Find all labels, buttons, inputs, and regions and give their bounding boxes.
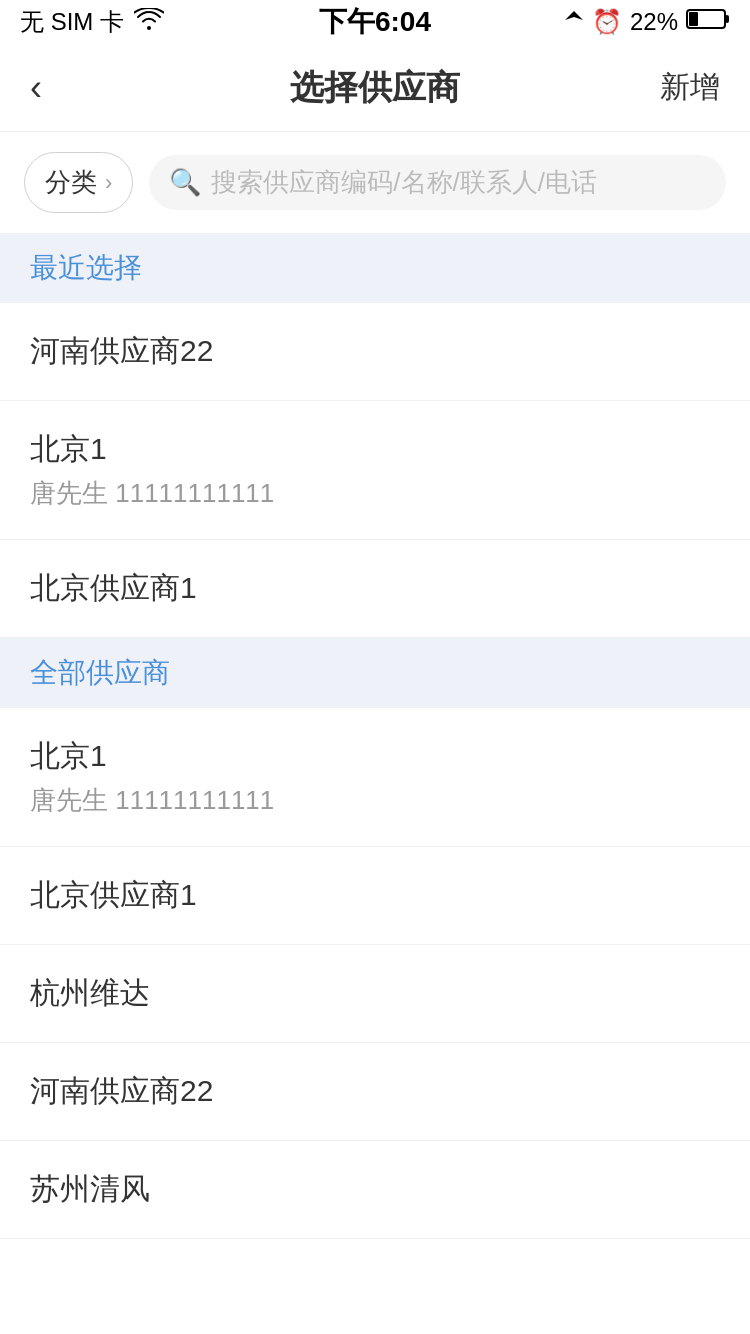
battery-icon xyxy=(686,8,730,36)
back-button[interactable]: ‹ xyxy=(30,67,90,109)
recent-item-sub-1: 唐先生 11111111111 xyxy=(30,476,720,511)
recent-section-label: 最近选择 xyxy=(30,252,142,283)
category-button[interactable]: 分类 › xyxy=(24,152,133,213)
recent-item-name-2: 北京供应商1 xyxy=(30,568,720,609)
recent-items-list: 河南供应商22 北京1 唐先生 11111111111 北京供应商1 xyxy=(0,303,750,638)
search-bar: 分类 › 🔍 xyxy=(0,132,750,233)
location-icon xyxy=(564,8,584,36)
chevron-right-icon: › xyxy=(105,170,112,196)
recent-item-name-0: 河南供应商22 xyxy=(30,331,720,372)
all-item-name-3: 河南供应商22 xyxy=(30,1071,720,1112)
status-bar: 无 SIM 卡 下午6:04 ⏰ 22% xyxy=(0,0,750,44)
recent-item-0[interactable]: 河南供应商22 xyxy=(0,303,750,401)
all-section-label: 全部供应商 xyxy=(30,657,170,688)
add-button[interactable]: 新增 xyxy=(660,67,720,108)
status-right: ⏰ 22% xyxy=(564,8,730,36)
all-section-header: 全部供应商 xyxy=(0,638,750,708)
search-input[interactable] xyxy=(211,167,706,198)
wifi-icon xyxy=(134,8,164,36)
all-items-list: 北京1 唐先生 11111111111 北京供应商1 杭州维达 河南供应商22 … xyxy=(0,708,750,1239)
alarm-icon: ⏰ xyxy=(592,8,622,36)
category-label: 分类 xyxy=(45,165,97,200)
all-item-name-2: 杭州维达 xyxy=(30,973,720,1014)
all-item-4[interactable]: 苏州清风 xyxy=(0,1141,750,1239)
all-item-2[interactable]: 杭州维达 xyxy=(0,945,750,1043)
svg-rect-1 xyxy=(725,15,729,23)
recent-item-2[interactable]: 北京供应商1 xyxy=(0,540,750,638)
carrier-label: 无 SIM 卡 xyxy=(20,6,124,38)
status-time: 下午6:04 xyxy=(319,3,431,41)
search-icon: 🔍 xyxy=(169,167,201,198)
recent-item-1[interactable]: 北京1 唐先生 11111111111 xyxy=(0,401,750,540)
all-item-sub-0: 唐先生 11111111111 xyxy=(30,783,720,818)
nav-bar: ‹ 选择供应商 新增 xyxy=(0,44,750,132)
all-item-name-0: 北京1 xyxy=(30,736,720,777)
recent-item-name-1: 北京1 xyxy=(30,429,720,470)
all-item-3[interactable]: 河南供应商22 xyxy=(0,1043,750,1141)
all-item-name-1: 北京供应商1 xyxy=(30,875,720,916)
all-item-0[interactable]: 北京1 唐先生 11111111111 xyxy=(0,708,750,847)
all-item-name-4: 苏州清风 xyxy=(30,1169,720,1210)
recent-section-header: 最近选择 xyxy=(0,233,750,303)
svg-rect-2 xyxy=(689,12,698,26)
page-title: 选择供应商 xyxy=(290,65,460,111)
battery-percent: 22% xyxy=(630,8,678,36)
all-item-1[interactable]: 北京供应商1 xyxy=(0,847,750,945)
status-left: 无 SIM 卡 xyxy=(20,6,164,38)
search-input-wrap: 🔍 xyxy=(149,155,726,210)
